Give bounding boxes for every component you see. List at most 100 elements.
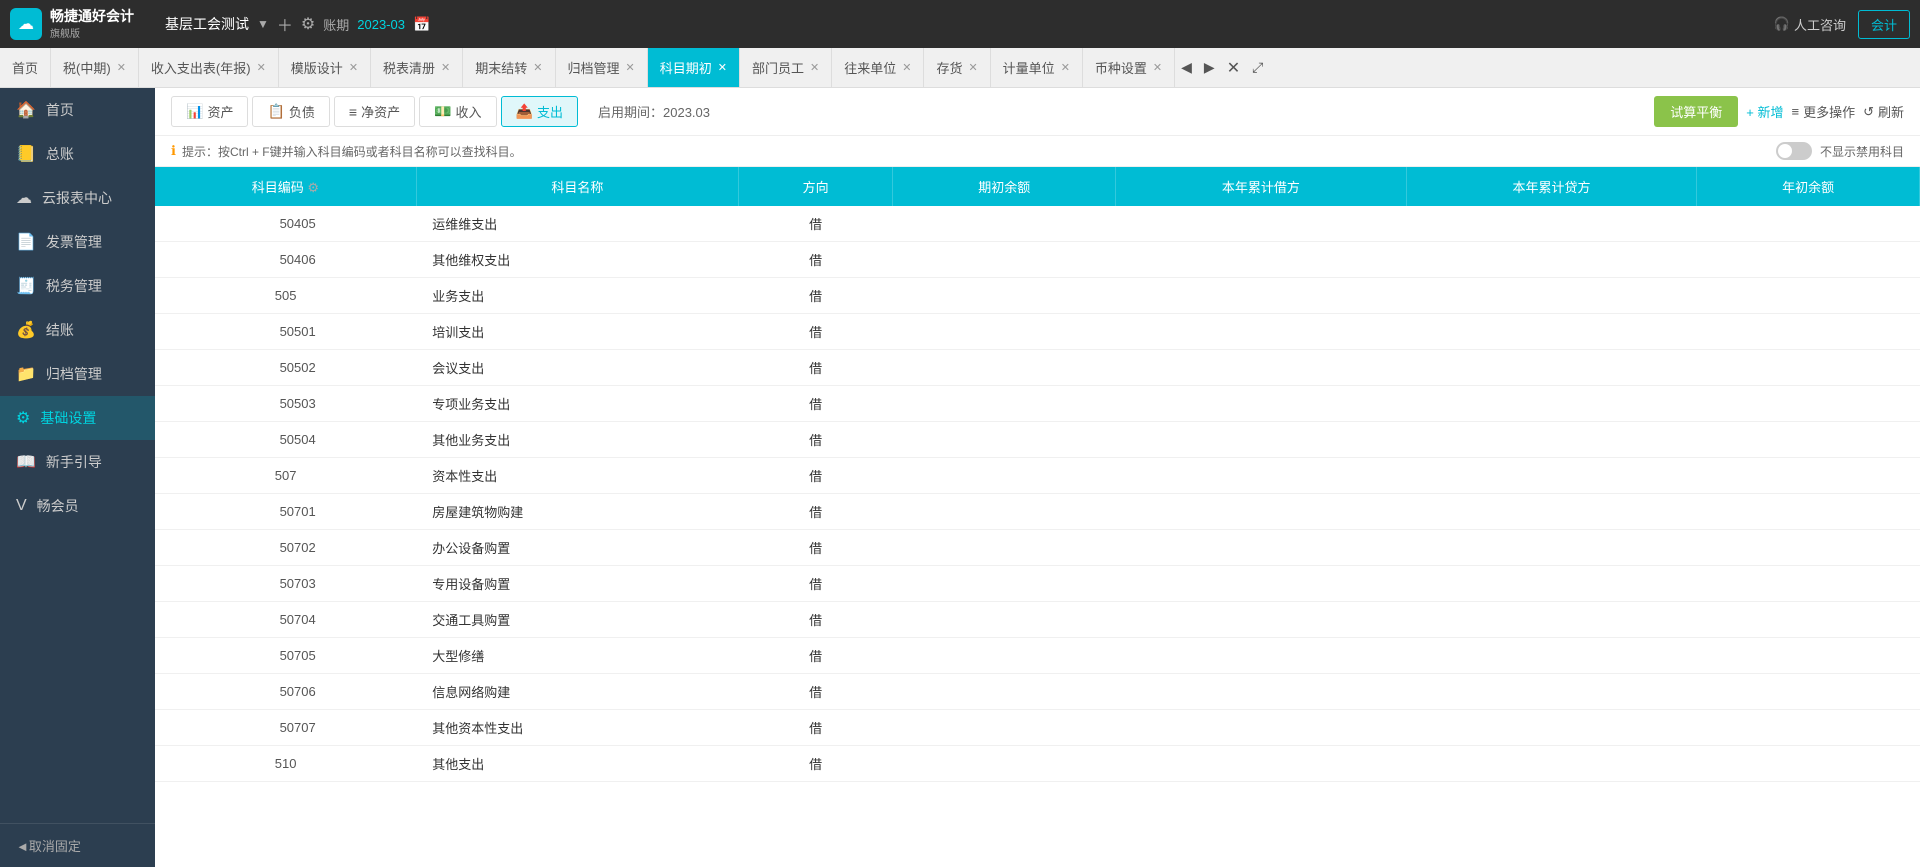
tab-close-wanglai[interactable]: ✕ bbox=[902, 61, 911, 74]
calendar-icon[interactable]: 📅 bbox=[413, 16, 430, 33]
cell-code: 50705 bbox=[155, 638, 416, 674]
tab-guidang[interactable]: 归档管理 ✕ bbox=[556, 48, 648, 88]
tab-zhongqi[interactable]: 税(中期) ✕ bbox=[51, 48, 139, 88]
table-row[interactable]: 50703专用设备购置借 bbox=[155, 566, 1920, 602]
table-row[interactable]: 50701房屋建筑物购建借 bbox=[155, 494, 1920, 530]
tab-jiliang[interactable]: 计量单位 ✕ bbox=[991, 48, 1083, 88]
cell-name: 交通工具购置 bbox=[416, 602, 738, 638]
cell-ytd-debit bbox=[1116, 278, 1407, 314]
cell-name: 资本性支出 bbox=[416, 458, 738, 494]
tab-moban[interactable]: 模版设计 ✕ bbox=[279, 48, 371, 88]
content-area: 📊 资产 📋 负债 ≡ 净资产 💵 收入 📤 支出 启用期间：2023.03 试 bbox=[155, 88, 1920, 867]
period-label: 账期 bbox=[323, 15, 349, 34]
tab-close-bumen[interactable]: ✕ bbox=[810, 61, 819, 74]
more-button[interactable]: ≡ 更多操作 bbox=[1791, 102, 1855, 121]
cell-code: 50504 bbox=[155, 422, 416, 458]
table-row[interactable]: 507资本性支出借 bbox=[155, 458, 1920, 494]
sidebar-item-archive[interactable]: 📁 归档管理 bbox=[0, 352, 155, 396]
tab-qimo[interactable]: 期末结转 ✕ bbox=[463, 48, 555, 88]
table-row[interactable]: 50502会议支出借 bbox=[155, 350, 1920, 386]
cell-year-opening bbox=[1697, 386, 1920, 422]
tab-close-qimo[interactable]: ✕ bbox=[533, 61, 542, 74]
table-row[interactable]: 50702办公设备购置借 bbox=[155, 530, 1920, 566]
table-row[interactable]: 50503专项业务支出借 bbox=[155, 386, 1920, 422]
sidebar-item-tax[interactable]: 🧾 税务管理 bbox=[0, 264, 155, 308]
sub-tab-liability[interactable]: 📋 负债 bbox=[252, 96, 329, 127]
settings-icon[interactable]: ⚙ bbox=[301, 14, 315, 34]
sidebar-collapse-btn[interactable]: ◄取消固定 bbox=[0, 823, 155, 867]
balance-button[interactable]: 试算平衡 bbox=[1654, 96, 1738, 127]
col-settings-icon[interactable]: ⚙ bbox=[307, 180, 319, 195]
cell-ytd-credit bbox=[1406, 530, 1697, 566]
refresh-button[interactable]: ↺ 刷新 bbox=[1863, 102, 1904, 121]
cell-ytd-credit bbox=[1406, 674, 1697, 710]
cell-ytd-debit bbox=[1116, 494, 1407, 530]
account-button[interactable]: 会计 bbox=[1858, 10, 1910, 39]
dropdown-icon[interactable]: ▼ bbox=[257, 17, 269, 31]
sub-tab-asset[interactable]: 📊 资产 bbox=[171, 96, 248, 127]
table-row[interactable]: 50707其他资本性支出借 bbox=[155, 710, 1920, 746]
table-row[interactable]: 50405运维维支出借 bbox=[155, 206, 1920, 242]
cell-opening bbox=[893, 422, 1116, 458]
table-row[interactable]: 505业务支出借 bbox=[155, 278, 1920, 314]
table-row[interactable]: 50706信息网络购建借 bbox=[155, 674, 1920, 710]
table-row[interactable]: 50705大型修缮借 bbox=[155, 638, 1920, 674]
sub-tab-equity[interactable]: ≡ 净资产 bbox=[334, 96, 415, 127]
tab-close-moban[interactable]: ✕ bbox=[349, 61, 358, 74]
cell-direction: 借 bbox=[738, 494, 893, 530]
sub-tab-income[interactable]: 💵 收入 bbox=[419, 96, 496, 127]
sidebar-item-close[interactable]: 💰 结账 bbox=[0, 308, 155, 352]
sidebar-item-member[interactable]: V 畅会员 bbox=[0, 484, 155, 528]
table-row[interactable]: 50704交通工具购置借 bbox=[155, 602, 1920, 638]
sidebar-item-home[interactable]: 🏠 首页 bbox=[0, 88, 155, 132]
service-button[interactable]: 🎧 人工咨询 bbox=[1774, 15, 1846, 34]
tab-kemuqichu[interactable]: 科目期初 ✕ bbox=[648, 48, 740, 88]
tab-home[interactable]: 首页 bbox=[0, 48, 51, 88]
cell-year-opening bbox=[1697, 278, 1920, 314]
sub-tab-expense[interactable]: 📤 支出 bbox=[501, 96, 578, 127]
add-button[interactable]: + 新增 bbox=[1746, 102, 1783, 121]
tab-next-btn[interactable]: ▶ bbox=[1198, 48, 1221, 88]
invoice-icon: 📄 bbox=[16, 232, 36, 252]
add-company-icon[interactable]: ＋ bbox=[277, 12, 293, 36]
tab-prev-btn[interactable]: ◀ bbox=[1175, 48, 1198, 88]
table-row[interactable]: 50504其他业务支出借 bbox=[155, 422, 1920, 458]
cell-ytd-credit bbox=[1406, 458, 1697, 494]
tab-close-guidang[interactable]: ✕ bbox=[626, 61, 635, 74]
cell-code: 50406 bbox=[155, 242, 416, 278]
cell-opening bbox=[893, 530, 1116, 566]
toggle-right: 不显示禁用科目 bbox=[1776, 142, 1904, 160]
tab-wanglai[interactable]: 往来单位 ✕ bbox=[832, 48, 924, 88]
tab-bumen[interactable]: 部门员工 ✕ bbox=[740, 48, 832, 88]
col-ytd-debit: 本年累计借方 bbox=[1116, 167, 1407, 206]
cell-ytd-credit bbox=[1406, 710, 1697, 746]
sidebar-item-cloud[interactable]: ☁ 云报表中心 bbox=[0, 176, 155, 220]
sidebar-label-settings: 基础设置 bbox=[40, 408, 96, 428]
tab-shouru[interactable]: 收入支出表(年报) ✕ bbox=[139, 48, 279, 88]
tab-close-all-btn[interactable]: ✕ bbox=[1221, 48, 1246, 88]
sidebar-item-invoice[interactable]: 📄 发票管理 bbox=[0, 220, 155, 264]
tab-close-bizhong[interactable]: ✕ bbox=[1153, 61, 1162, 74]
tab-close-jiliang[interactable]: ✕ bbox=[1061, 61, 1070, 74]
tab-close-zhongqi[interactable]: ✕ bbox=[117, 61, 126, 74]
tab-close-shouru[interactable]: ✕ bbox=[257, 61, 266, 74]
tab-cunhuo[interactable]: 存货 ✕ bbox=[924, 48, 990, 88]
top-right: 🎧 人工咨询 会计 bbox=[1774, 10, 1910, 39]
tab-close-kemuqichu[interactable]: ✕ bbox=[718, 61, 727, 74]
company-name: 基层工会测试 bbox=[165, 14, 249, 34]
table-row[interactable]: 510其他支出借 bbox=[155, 746, 1920, 782]
cell-opening bbox=[893, 458, 1116, 494]
table-row[interactable]: 50501培训支出借 bbox=[155, 314, 1920, 350]
toggle-disabled-switch[interactable] bbox=[1776, 142, 1812, 160]
tab-expand-btn[interactable]: ⤢ bbox=[1246, 48, 1269, 88]
sidebar-item-zhangzhang[interactable]: 📒 总账 bbox=[0, 132, 155, 176]
table-row[interactable]: 50406其他维权支出借 bbox=[155, 242, 1920, 278]
tab-close-shuibiao[interactable]: ✕ bbox=[441, 61, 450, 74]
tab-close-cunhuo[interactable]: ✕ bbox=[968, 61, 977, 74]
sidebar-item-guide[interactable]: 📖 新手引导 bbox=[0, 440, 155, 484]
sidebar-item-settings[interactable]: ⚙ 基础设置 bbox=[0, 396, 155, 440]
tab-shuibiao[interactable]: 税表清册 ✕ bbox=[371, 48, 463, 88]
tab-bizhong[interactable]: 币种设置 ✕ bbox=[1083, 48, 1175, 88]
col-year-opening: 年初余额 bbox=[1697, 167, 1920, 206]
logo-sub: 旗舰版 bbox=[50, 25, 134, 40]
